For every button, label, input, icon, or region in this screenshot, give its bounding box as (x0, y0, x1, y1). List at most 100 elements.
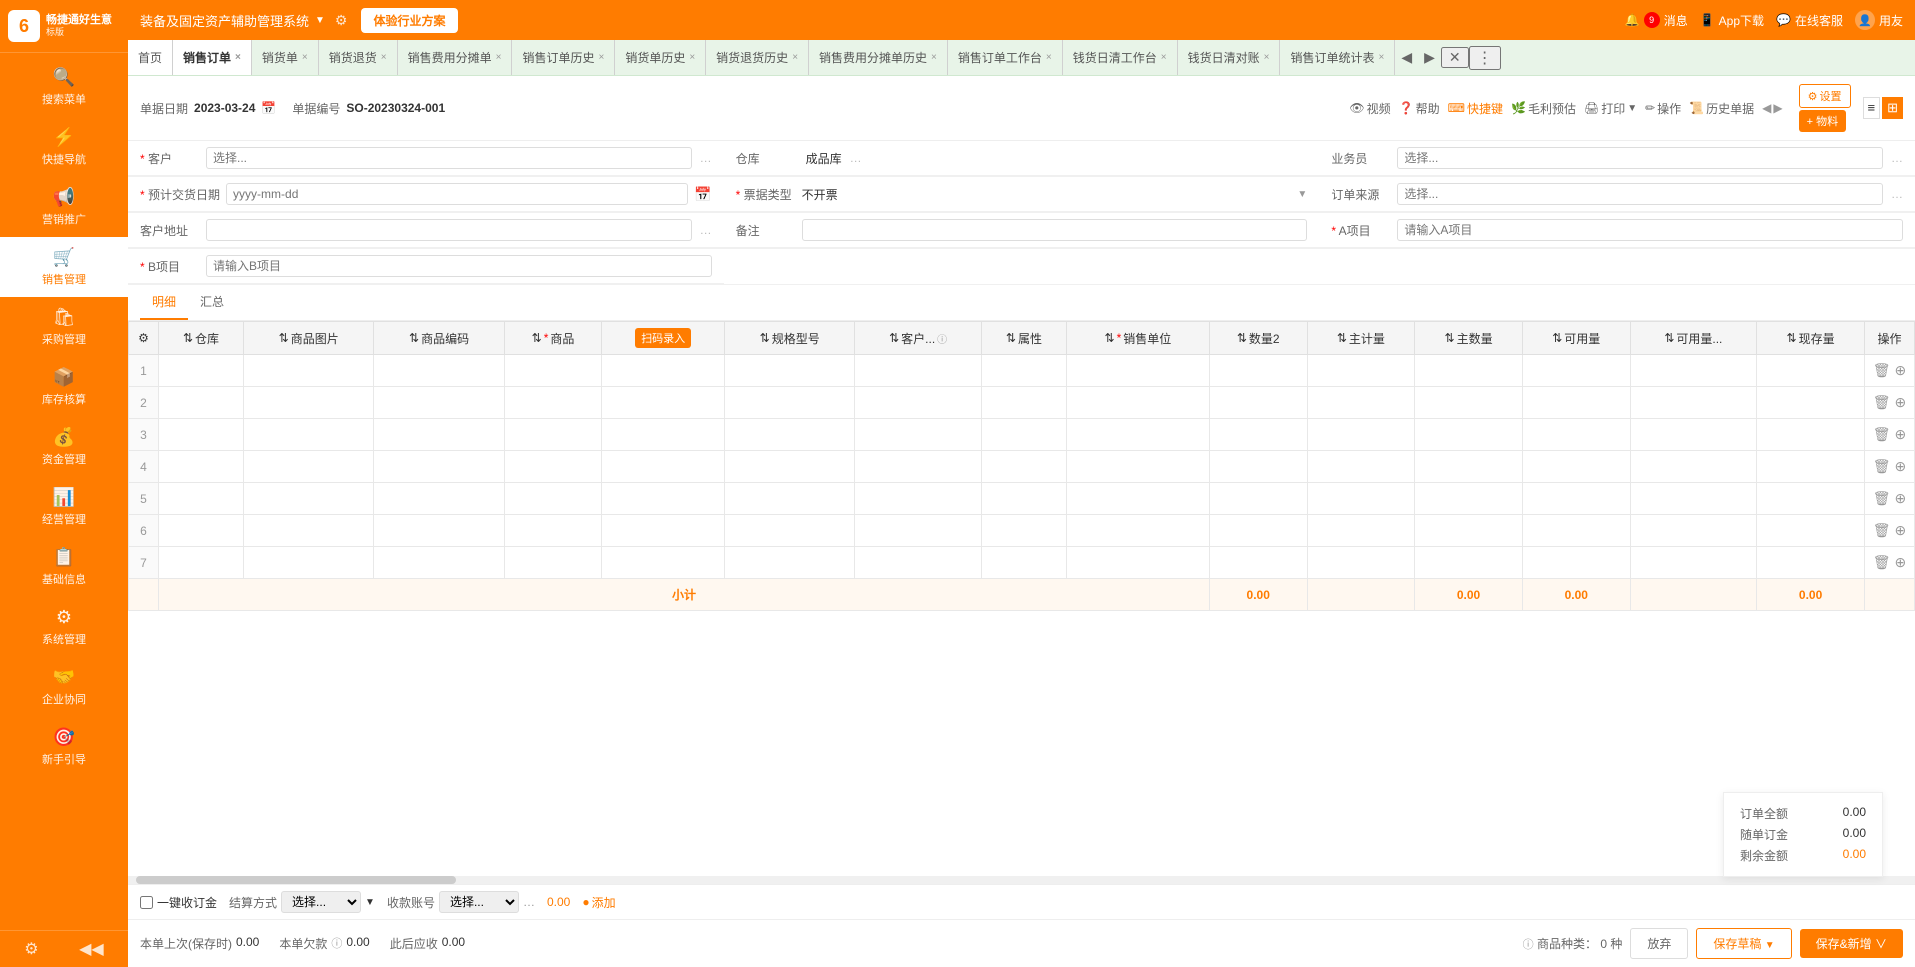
row1-warehouse[interactable] (159, 355, 244, 387)
save-new-button[interactable]: 保存&新增 ∨ (1800, 929, 1903, 958)
row2-delete-btn[interactable]: 🗑 (1873, 394, 1891, 411)
row6-scan[interactable] (602, 515, 725, 547)
image-sort-icon[interactable]: ⇅ (279, 331, 289, 345)
tab-close-daily-clear-account[interactable]: × (1264, 52, 1270, 63)
row1-copy-btn[interactable]: ⊕ (1895, 362, 1907, 379)
spec-sort-icon[interactable]: ⇅ (760, 331, 770, 345)
row1-scan[interactable] (602, 355, 725, 387)
row2-available2[interactable] (1630, 387, 1757, 419)
customer-address-input[interactable] (206, 219, 692, 241)
tab-close-order-workbench[interactable]: × (1046, 52, 1052, 63)
row6-available2[interactable] (1630, 515, 1757, 547)
settings-footer-icon[interactable]: ⚙ (24, 939, 38, 959)
row4-available[interactable] (1522, 451, 1630, 483)
row5-product[interactable] (504, 483, 602, 515)
row5-spec[interactable] (725, 483, 855, 515)
row4-product[interactable] (504, 451, 602, 483)
row1-available[interactable] (1522, 355, 1630, 387)
settings-topbar-icon[interactable]: ⚙ (333, 10, 350, 31)
order-source-more-icon[interactable]: … (1891, 187, 1903, 201)
row3-product[interactable] (504, 419, 602, 451)
row3-qty2[interactable] (1209, 419, 1307, 451)
row6-mainunit[interactable] (1307, 515, 1415, 547)
row4-mainqty[interactable] (1415, 451, 1523, 483)
row4-delete-btn[interactable]: 🗑 (1873, 458, 1891, 475)
invoice-dropdown-icon[interactable]: ▼ (1297, 189, 1307, 200)
prev-record-btn[interactable]: ◀ (1762, 101, 1771, 115)
row1-custcode[interactable] (855, 355, 982, 387)
row2-code[interactable] (374, 387, 504, 419)
tab-close-daily-clear-workbench[interactable]: × (1161, 52, 1167, 63)
scan-btn[interactable]: 扫码录入 (635, 328, 691, 348)
collapse-icon[interactable]: ◀◀ (79, 939, 104, 959)
row6-available[interactable] (1522, 515, 1630, 547)
gear-header-icon[interactable]: ⚙ (138, 331, 149, 345)
row7-spec[interactable] (725, 547, 855, 579)
tab-detail[interactable]: 明细 (140, 285, 188, 320)
row4-warehouse[interactable] (159, 451, 244, 483)
print-btn[interactable]: 🖨 打印 ▼ (1584, 100, 1637, 117)
row4-custcode[interactable] (855, 451, 982, 483)
b-project-input[interactable] (206, 255, 712, 277)
tab-sales-return[interactable]: 销货退货 × (319, 40, 398, 76)
row2-current[interactable] (1757, 387, 1865, 419)
unit-sort-icon[interactable]: ⇅ (1105, 331, 1115, 345)
attr-sort-icon[interactable]: ⇅ (1006, 331, 1016, 345)
row2-unit[interactable] (1066, 387, 1209, 419)
row2-spec[interactable] (725, 387, 855, 419)
sidebar-item-marketing[interactable]: 📢 营销推广 (0, 177, 128, 237)
row7-product[interactable] (504, 547, 602, 579)
row3-mainunit[interactable] (1307, 419, 1415, 451)
calendar-icon[interactable]: 📅 (261, 101, 276, 115)
sidebar-item-search[interactable]: 🔍 搜索菜单 (0, 57, 128, 117)
tab-daily-clear-account[interactable]: 钱货日清对账 × (1178, 40, 1281, 76)
preview-btn[interactable]: 👁 视频 (1349, 100, 1390, 117)
row5-qty2[interactable] (1209, 483, 1307, 515)
horizontal-scrollbar[interactable] (128, 876, 1915, 884)
row5-image[interactable] (244, 483, 374, 515)
row1-unit[interactable] (1066, 355, 1209, 387)
custcode-sort-icon[interactable]: ⇅ (889, 331, 899, 345)
tab-close-sales-stats[interactable]: × (1378, 52, 1384, 63)
row6-image[interactable] (244, 515, 374, 547)
tab-sales-order-history[interactable]: 销售订单历史 × (512, 40, 615, 76)
add-material-btn[interactable]: + 物料 (1799, 110, 1846, 132)
row7-code[interactable] (374, 547, 504, 579)
row3-custcode[interactable] (855, 419, 982, 451)
row7-delete-btn[interactable]: 🗑 (1873, 554, 1891, 571)
row5-attr[interactable] (981, 483, 1066, 515)
tab-menu-btn[interactable]: ⋮ (1469, 46, 1501, 70)
row4-spec[interactable] (725, 451, 855, 483)
tab-sales-slip-history[interactable]: 销货单历史 × (615, 40, 706, 76)
history-btn[interactable]: 📜 历史单据 (1689, 100, 1754, 117)
user-area[interactable]: 👤 用友 (1855, 10, 1903, 30)
tab-order-workbench[interactable]: 销售订单工作台 × (948, 40, 1063, 76)
row4-copy-btn[interactable]: ⊕ (1895, 458, 1907, 475)
discard-button[interactable]: 放弃 (1630, 928, 1688, 959)
row5-mainqty[interactable] (1415, 483, 1523, 515)
tab-close-sales-expense[interactable]: × (496, 52, 502, 63)
row7-image[interactable] (244, 547, 374, 579)
tab-sales-order[interactable]: 销售订单 × (173, 40, 252, 76)
row7-current[interactable] (1757, 547, 1865, 579)
row7-mainqty[interactable] (1415, 547, 1523, 579)
tab-next-btn[interactable]: ▶ (1418, 49, 1441, 66)
row3-image[interactable] (244, 419, 374, 451)
sidebar-item-inventory[interactable]: 📦 库存核算 (0, 357, 128, 417)
qty2-sort-icon[interactable]: ⇅ (1237, 331, 1247, 345)
row4-image[interactable] (244, 451, 374, 483)
order-source-input[interactable] (1397, 183, 1883, 205)
row5-mainunit[interactable] (1307, 483, 1415, 515)
tab-close-return-history[interactable]: × (792, 52, 798, 63)
row3-code[interactable] (374, 419, 504, 451)
row5-unit[interactable] (1066, 483, 1209, 515)
delivery-date-calendar-icon[interactable]: 📅 (694, 186, 711, 203)
app-download-area[interactable]: 📱 App下载 (1700, 12, 1764, 29)
sidebar-item-guide[interactable]: 🎯 新手引导 (0, 717, 128, 777)
row2-warehouse[interactable] (159, 387, 244, 419)
shortcut-btn[interactable]: ⌨ 快捷键 (1448, 100, 1503, 117)
tab-close-sales-return[interactable]: × (381, 52, 387, 63)
sidebar-item-finance[interactable]: 💰 资金管理 (0, 417, 128, 477)
mainunit-sort-icon[interactable]: ⇅ (1337, 331, 1347, 345)
row7-available[interactable] (1522, 547, 1630, 579)
